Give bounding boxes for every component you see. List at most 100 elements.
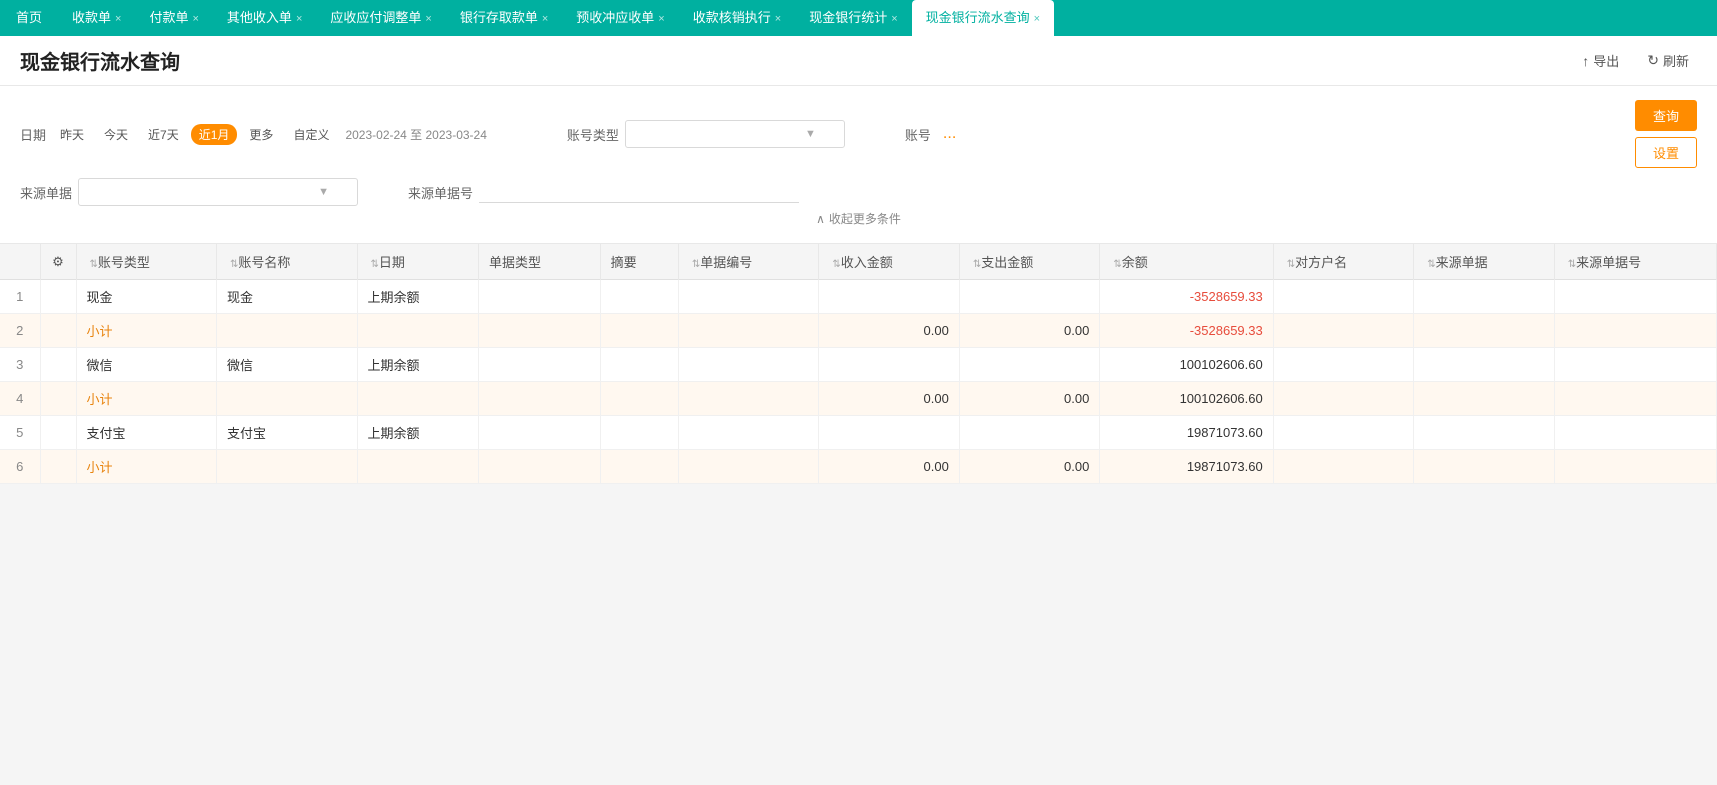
account-type-chevron: ▼ — [805, 128, 816, 140]
sort-icon-date[interactable]: ⇅ — [371, 259, 379, 270]
td-summary — [600, 348, 678, 382]
td-index: 2 — [0, 314, 40, 348]
sort-icon-account_type[interactable]: ⇅ — [90, 259, 98, 270]
td-summary — [600, 416, 678, 450]
th-income[interactable]: ⇅收入金额 — [819, 244, 960, 280]
td-expense: 0.00 — [959, 450, 1100, 484]
nav-tab-付款单[interactable]: 付款单× — [135, 0, 212, 36]
th-source_doc[interactable]: ⇅来源单据 — [1414, 244, 1555, 280]
th-expense[interactable]: ⇅支出金额 — [959, 244, 1100, 280]
filter-row-1: 日期 昨天今天近7天近1月更多自定义 2023-02-24 至 2023-03-… — [20, 100, 1697, 168]
sort-icon-balance[interactable]: ⇅ — [1113, 259, 1121, 270]
td-account_name: 支付宝 — [217, 416, 358, 450]
tab-close-icon[interactable]: × — [192, 13, 198, 25]
td-source_doc_no — [1554, 314, 1716, 348]
nav-tab-现金银行流水查询[interactable]: 现金银行流水查询× — [912, 0, 1054, 36]
td-account_name: 现金 — [217, 280, 358, 314]
tab-close-icon[interactable]: × — [1034, 13, 1040, 25]
sort-icon-expense[interactable]: ⇅ — [973, 259, 981, 270]
nav-tab-银行存取款单[interactable]: 银行存取款单× — [446, 0, 562, 36]
settings-button[interactable]: 设置 — [1635, 137, 1697, 168]
nav-tab-预收冲应收单[interactable]: 预收冲应收单× — [562, 0, 678, 36]
tab-close-icon[interactable]: × — [658, 13, 664, 25]
account-filter-group: 账号 ... — [905, 125, 962, 144]
th-doc_type: 单据类型 — [479, 244, 601, 280]
date-option-昨天[interactable]: 昨天 — [52, 124, 92, 145]
nav-home[interactable]: 首页 — [0, 0, 58, 36]
date-option-今天[interactable]: 今天 — [96, 124, 136, 145]
source-doc-number-input[interactable] — [479, 181, 799, 203]
account-ellipsis-btn[interactable]: ... — [937, 125, 962, 143]
td-source_doc_no — [1554, 382, 1716, 416]
date-option-自定义[interactable]: 自定义 — [285, 124, 337, 145]
filter-row-2: 来源单据 ▼ 来源单据号 — [20, 178, 1697, 206]
td-counterparty — [1273, 416, 1414, 450]
account-label: 账号 — [905, 125, 931, 144]
collapse-label: 收起更多条件 — [829, 210, 901, 227]
td-index: 4 — [0, 382, 40, 416]
td-source_doc_no — [1554, 450, 1716, 484]
refresh-button[interactable]: ↻ 刷新 — [1639, 47, 1697, 74]
nav-tab-收款核销执行[interactable]: 收款核销执行× — [679, 0, 795, 36]
date-options: 昨天今天近7天近1月更多自定义 — [52, 124, 337, 145]
th-account_type[interactable]: ⇅账号类型 — [76, 244, 217, 280]
refresh-label: 刷新 — [1663, 51, 1689, 70]
table-row: 6小计0.000.0019871073.60 — [0, 450, 1717, 484]
td-expense: 0.00 — [959, 314, 1100, 348]
sort-icon-counterparty[interactable]: ⇅ — [1287, 259, 1295, 270]
td-account_type: 微信 — [76, 348, 217, 382]
nav-tab-现金银行统计[interactable]: 现金银行统计× — [795, 0, 911, 36]
sort-icon-source_doc[interactable]: ⇅ — [1427, 259, 1435, 270]
th-counterparty[interactable]: ⇅对方户名 — [1273, 244, 1414, 280]
tab-close-icon[interactable]: × — [542, 13, 548, 25]
th-account_name[interactable]: ⇅账号名称 — [217, 244, 358, 280]
td-gear — [40, 450, 76, 484]
td-source_doc_no — [1554, 348, 1716, 382]
th-doc_number[interactable]: ⇅单据编号 — [678, 244, 819, 280]
td-balance: -3528659.33 — [1100, 280, 1273, 314]
td-gear — [40, 382, 76, 416]
filter-area: 日期 昨天今天近7天近1月更多自定义 2023-02-24 至 2023-03-… — [0, 86, 1717, 244]
collapse-bar[interactable]: ∧ 收起更多条件 — [20, 206, 1697, 233]
td-doc_type — [479, 314, 601, 348]
date-option-近1月[interactable]: 近1月 — [191, 124, 238, 145]
date-option-更多[interactable]: 更多 — [241, 124, 281, 145]
nav-tab-收款单[interactable]: 收款单× — [58, 0, 135, 36]
th-balance[interactable]: ⇅余额 — [1100, 244, 1273, 280]
source-doc-number-filter-group: 来源单据号 — [408, 181, 799, 203]
nav-tabs: 收款单×付款单×其他收入单×应收应付调整单×银行存取款单×预收冲应收单×收款核销… — [58, 0, 1054, 36]
td-index: 5 — [0, 416, 40, 450]
td-balance: 100102606.60 — [1100, 382, 1273, 416]
date-option-近7天[interactable]: 近7天 — [140, 124, 187, 145]
td-index: 6 — [0, 450, 40, 484]
tab-close-icon[interactable]: × — [115, 13, 121, 25]
td-expense: 0.00 — [959, 382, 1100, 416]
source-doc-number-label: 来源单据号 — [408, 183, 473, 202]
th-source_doc_no[interactable]: ⇅来源单据号 — [1554, 244, 1716, 280]
th-index — [0, 244, 40, 280]
td-summary — [600, 382, 678, 416]
query-button[interactable]: 查询 — [1635, 100, 1697, 131]
source-doc-filter-group: 来源单据 ▼ — [20, 178, 358, 206]
th-date[interactable]: ⇅日期 — [357, 244, 479, 280]
td-doc_type — [479, 348, 601, 382]
td-income — [819, 416, 960, 450]
tab-close-icon[interactable]: × — [425, 13, 431, 25]
tab-close-icon[interactable]: × — [775, 13, 781, 25]
td-income: 0.00 — [819, 382, 960, 416]
account-type-select[interactable]: ▼ — [625, 120, 845, 148]
export-button[interactable]: ↑ 导出 — [1574, 47, 1627, 74]
nav-tab-其他收入单[interactable]: 其他收入单× — [213, 0, 316, 36]
td-source_doc — [1414, 314, 1555, 348]
sort-icon-source_doc_no[interactable]: ⇅ — [1568, 259, 1576, 270]
source-doc-select[interactable]: ▼ — [78, 178, 358, 206]
td-gear — [40, 416, 76, 450]
tab-close-icon[interactable]: × — [891, 13, 897, 25]
sort-icon-doc_number[interactable]: ⇅ — [692, 259, 700, 270]
sort-icon-account_name[interactable]: ⇅ — [230, 259, 238, 270]
nav-tab-应收应付调整单[interactable]: 应收应付调整单× — [316, 0, 445, 36]
td-income: 0.00 — [819, 450, 960, 484]
td-income — [819, 348, 960, 382]
sort-icon-income[interactable]: ⇅ — [832, 259, 840, 270]
tab-close-icon[interactable]: × — [296, 13, 302, 25]
